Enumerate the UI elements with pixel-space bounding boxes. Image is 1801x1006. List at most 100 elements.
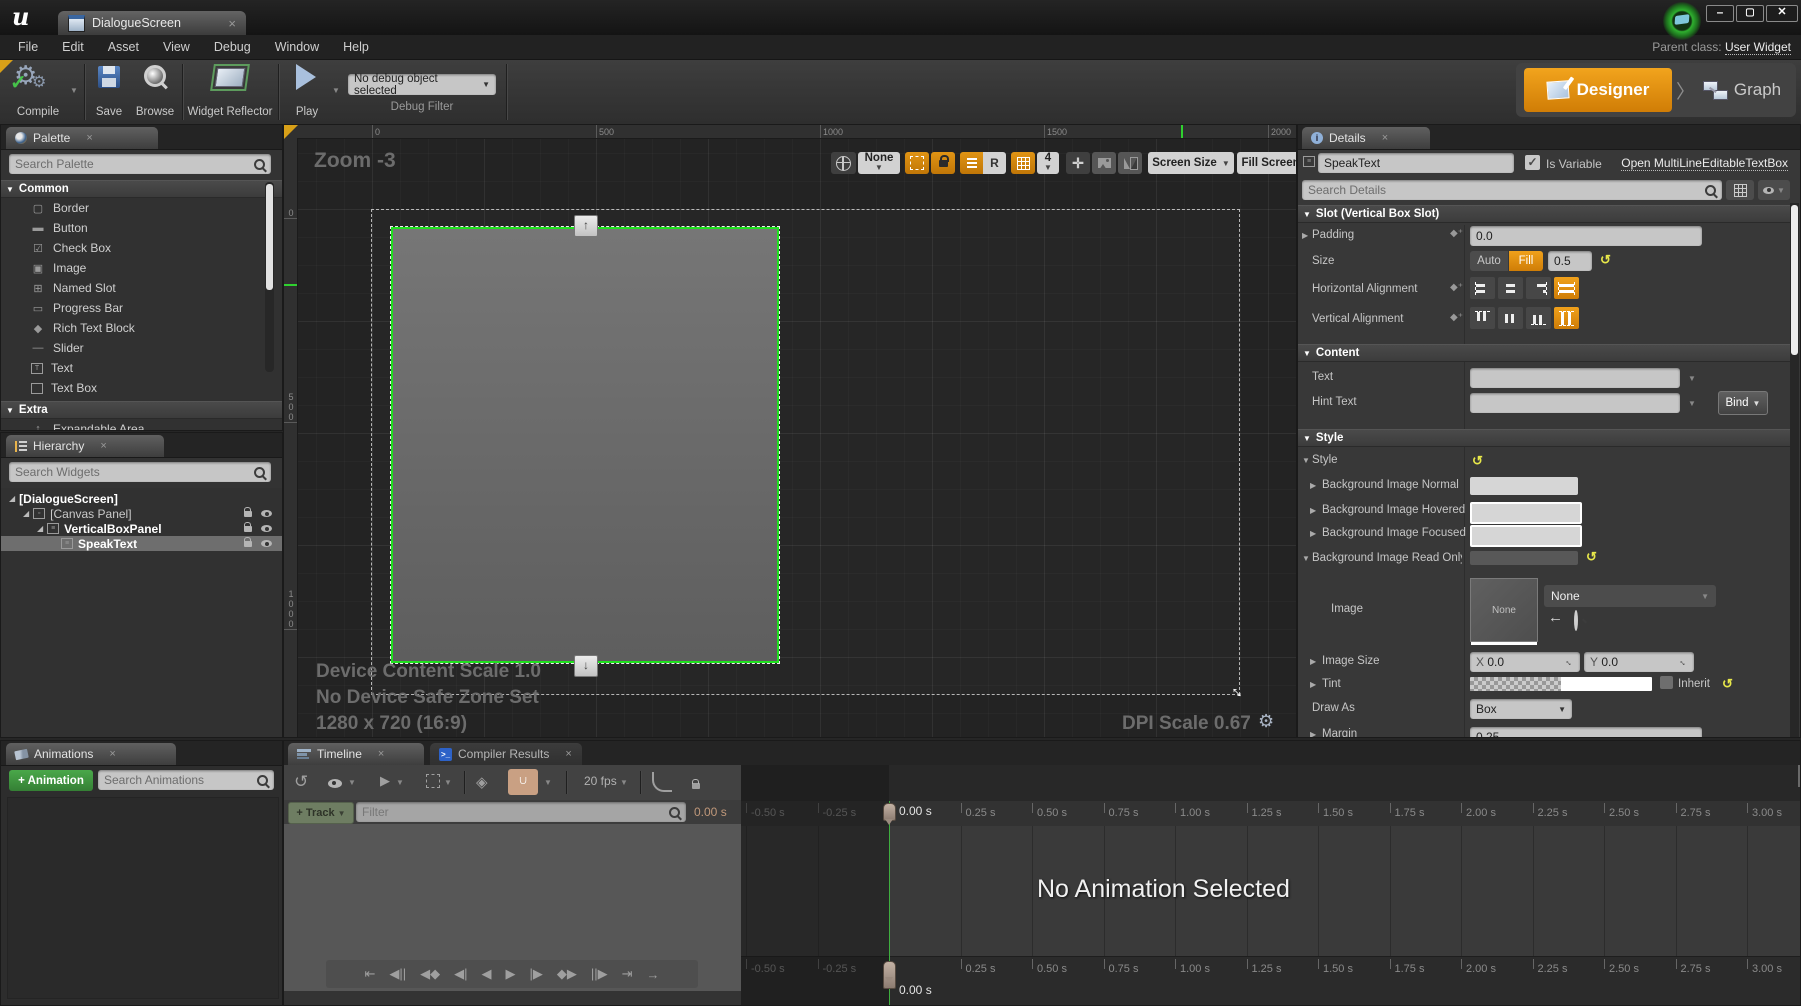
palette-item[interactable]: ◆ Rich Text Block — [1, 318, 282, 338]
add-animation-button[interactable]: + Animation — [9, 770, 93, 791]
halign-center-button[interactable] — [1498, 277, 1523, 299]
style-reset-icon[interactable]: ↺ — [1472, 453, 1483, 469]
style-expander[interactable]: ▼ — [1302, 456, 1310, 465]
size-auto-button[interactable]: Auto — [1470, 251, 1508, 271]
details-search-input[interactable]: Search Details — [1302, 180, 1722, 200]
slot-section-header[interactable]: ▼ Slot (Vertical Box Slot) — [1298, 205, 1790, 223]
visibility-eye-icon[interactable] — [261, 510, 272, 517]
widget-name-field[interactable]: SpeakText — [1318, 153, 1514, 173]
maximize-button[interactable]: ▢ — [1736, 5, 1764, 22]
palette-item[interactable]: ☑ Check Box — [1, 238, 282, 258]
play-reverse-button[interactable]: ◀ — [482, 966, 492, 982]
animations-search-input[interactable]: Search Animations — [98, 770, 274, 790]
palette-scrollbar-thumb[interactable] — [266, 184, 273, 290]
palette-item[interactable]: ▭ Progress Bar — [1, 298, 282, 318]
valign-top-button[interactable] — [1470, 307, 1495, 329]
compiler-results-tab-close-icon[interactable]: × — [565, 748, 571, 760]
curve-editor-icon[interactable] — [652, 772, 672, 792]
palette-item[interactable]: ▬ Button — [1, 218, 282, 238]
size-value-field[interactable]: 0.5 — [1548, 251, 1592, 271]
bg-readonly-reset-icon[interactable]: ↺ — [1586, 549, 1597, 565]
dpi-settings-gear-icon[interactable]: ⚙ — [1258, 711, 1274, 732]
resize-handle-top[interactable]: ↑ — [574, 215, 598, 237]
tutorial-icon[interactable] — [1663, 2, 1701, 40]
tint-inherit-checkbox[interactable] — [1660, 676, 1673, 689]
image-size-x-field[interactable]: X 0.0 ↔ — [1470, 652, 1580, 672]
bg-readonly-expander[interactable]: ▼ — [1302, 554, 1310, 563]
menu-file[interactable]: File — [6, 36, 50, 58]
hierarchy-search-input[interactable]: Search Widgets — [9, 462, 271, 482]
content-section-header[interactable]: ▼ Content — [1298, 344, 1790, 362]
play-button[interactable]: Play — [284, 62, 330, 122]
unlock-icon[interactable] — [244, 521, 252, 532]
valign-fill-button[interactable] — [1554, 307, 1579, 329]
key-forward-button[interactable]: ◆▶ — [557, 966, 577, 982]
reset-view-icon[interactable]: ↺ — [294, 772, 308, 792]
hierarchy-row[interactable]: ◢ [DialogueScreen] — [1, 491, 282, 506]
track-filter-input[interactable]: Filter — [356, 802, 686, 822]
is-variable-checkbox[interactable]: ✓ — [1525, 155, 1540, 170]
bg-hovered-swatch[interactable] — [1470, 502, 1582, 524]
hierarchy-row[interactable]: ≡ SpeakText — [1, 536, 282, 551]
snapping-caret-icon[interactable]: ▼ — [544, 778, 552, 787]
hint-text-field[interactable] — [1470, 393, 1680, 413]
tint-expander[interactable]: ▶ — [1310, 680, 1316, 689]
graph-mode-button[interactable]: Graph — [1692, 68, 1792, 112]
bg-focused-expander[interactable]: ▶ — [1310, 529, 1316, 538]
animations-tab[interactable]: Animations × — [6, 743, 176, 765]
designer-mode-button[interactable]: Designer — [1524, 68, 1672, 112]
visibility-eye-icon[interactable] — [261, 540, 272, 547]
step-forward-button[interactable]: |▶ — [530, 966, 543, 982]
timeline-tab[interactable]: Timeline × — [288, 743, 424, 765]
resize-handle-bottom[interactable]: ↓ — [574, 655, 598, 677]
tree-expander-icon[interactable]: ◢ — [9, 494, 15, 503]
palette-item[interactable]: ▢ Border — [1, 198, 282, 218]
tint-color-bar[interactable] — [1470, 677, 1652, 691]
details-tab-close-icon[interactable]: × — [1382, 132, 1388, 144]
key-back-button[interactable]: ◀◆ — [420, 966, 440, 982]
size-reset-icon[interactable]: ↺ — [1600, 252, 1611, 268]
hierarchy-tab[interactable]: Hierarchy × — [6, 435, 164, 457]
menu-window[interactable]: Window — [263, 36, 331, 58]
transform-mode-icon[interactable] — [960, 152, 983, 174]
compile-options-caret-icon[interactable]: ▼ — [70, 86, 78, 95]
loop-button[interactable]: → — [647, 967, 660, 982]
palette-section-extra[interactable]: ▼ Extra — [1, 401, 282, 419]
bg-focused-swatch[interactable] — [1470, 525, 1582, 547]
designer-viewport[interactable]: 0 500 1000 1500 2000 0 500 1000 Zoom -3 None ▼ … — [283, 124, 1297, 738]
image-thumbnail[interactable]: None — [1470, 578, 1538, 645]
text-caret-icon[interactable]: ▼ — [1688, 374, 1696, 383]
flip-respect-locks-group[interactable]: R — [960, 152, 1006, 174]
draw-as-dropdown[interactable]: Box ▼ — [1470, 699, 1572, 719]
palette-search-input[interactable]: Search Palette — [9, 154, 271, 174]
valign-center-button[interactable] — [1498, 307, 1523, 329]
palette-item[interactable]: Text Box — [1, 378, 282, 398]
parent-class-link[interactable]: User Widget — [1724, 40, 1791, 55]
jump-to-end-button[interactable]: ⇥ — [622, 966, 633, 982]
menu-view[interactable]: View — [151, 36, 202, 58]
camera-options-button[interactable] — [328, 775, 342, 793]
palette-scrollbar[interactable] — [265, 182, 274, 372]
minimize-button[interactable]: – — [1706, 5, 1734, 22]
size-fill-button[interactable]: Fill — [1509, 251, 1543, 271]
image-size-y-field[interactable]: Y 0.0 ↔ — [1584, 652, 1694, 672]
halign-left-button[interactable] — [1470, 277, 1495, 299]
play-button[interactable]: ▶ — [506, 966, 516, 982]
preview-none-dropdown[interactable]: None ▼ — [858, 152, 900, 174]
open-widget-link[interactable]: Open MultiLineEditableTextBox — [1621, 156, 1788, 171]
play-options-caret-icon[interactable]: ▼ — [332, 86, 340, 95]
timeline-graph-area[interactable]: -0.50 s -0.25 s 0.25 s 0.50 s 0.75 s 1.00 s 1.… — [741, 765, 1800, 1005]
palette-section-common[interactable]: ▼ Common — [1, 180, 282, 198]
valign-keyframe-icon[interactable]: ◆⁺ — [1450, 312, 1463, 323]
halign-keyframe-icon[interactable]: ◆⁺ — [1450, 282, 1463, 293]
menu-debug[interactable]: Debug — [202, 36, 263, 58]
snapping-magnet-button[interactable]: ∩ — [508, 769, 538, 795]
browse-asset-icon[interactable] — [1574, 610, 1578, 631]
view-options-button[interactable]: ▼ — [1758, 180, 1790, 200]
hint-caret-icon[interactable]: ▼ — [1688, 399, 1696, 408]
selection-range-icon[interactable] — [426, 774, 440, 788]
text-field[interactable] — [1470, 368, 1680, 388]
image-size-expander[interactable]: ▶ — [1310, 657, 1316, 666]
timeline-ruler-bottom[interactable]: -0.50 s -0.25 s 0.25 s 0.50 s 0.75 s 1.00 s 1.… — [741, 956, 1800, 1005]
selection-range-caret-icon[interactable]: ▼ — [444, 778, 452, 787]
